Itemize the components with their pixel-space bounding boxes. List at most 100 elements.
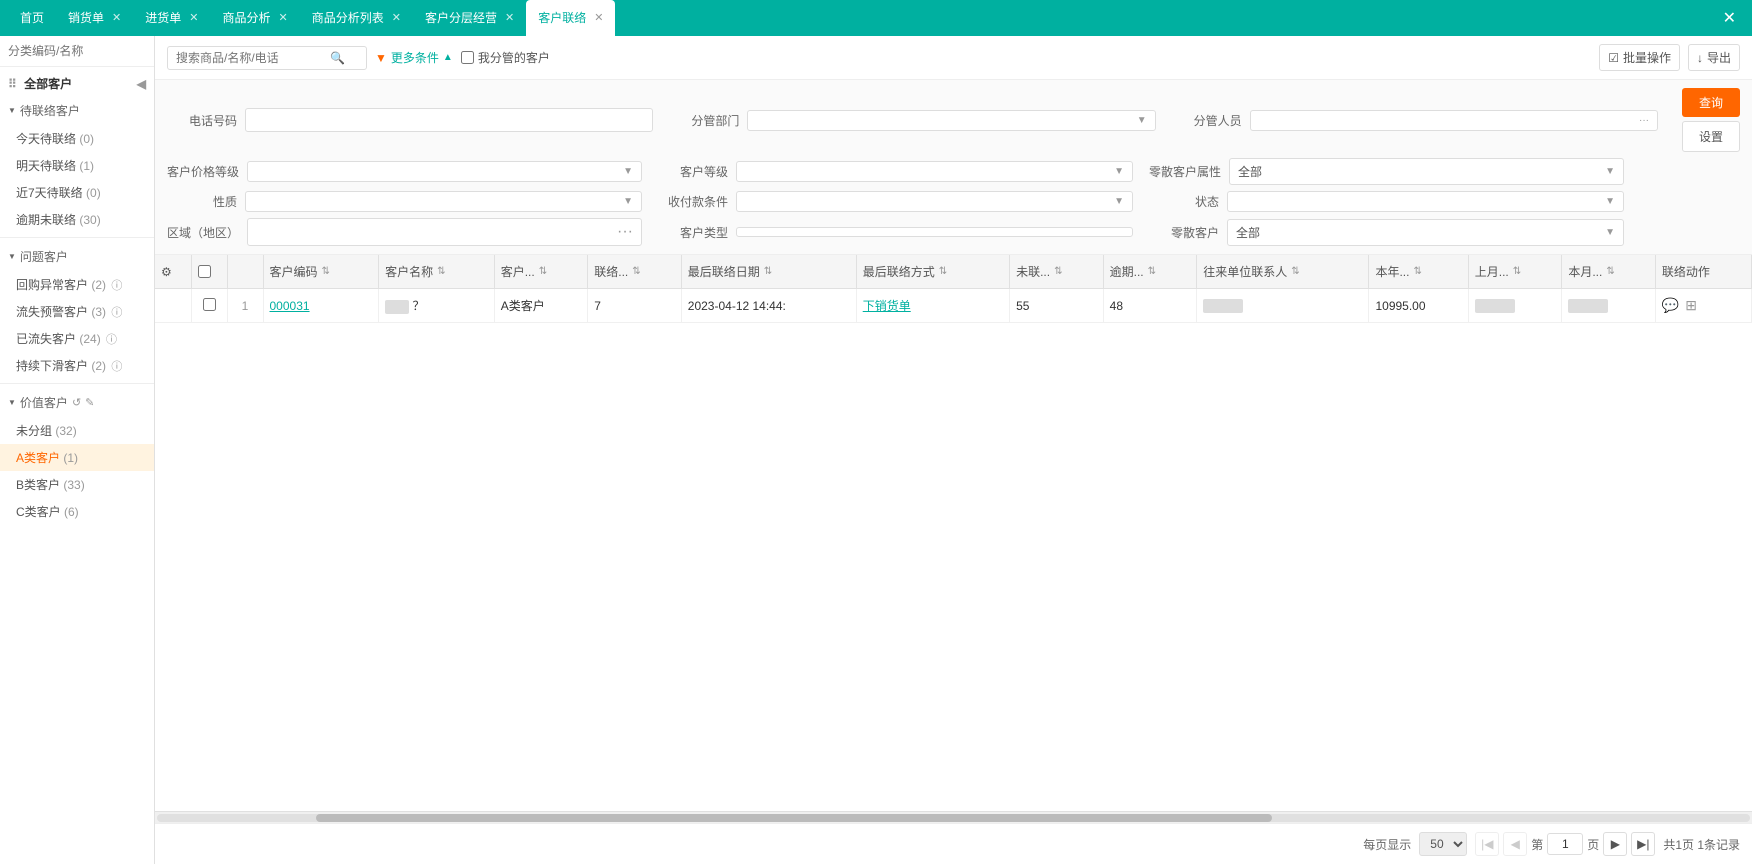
sidebar-item-unclassified[interactable]: 未分组 (32) — [0, 417, 154, 444]
settings-icon[interactable]: ⚙ — [161, 265, 172, 279]
col-this-year-sort-icon[interactable]: ⇅ — [1413, 266, 1421, 277]
payment-select[interactable]: ▼ — [736, 191, 1133, 212]
nav-sales-close[interactable]: ✕ — [112, 0, 121, 36]
sidebar-item-tomorrow[interactable]: 明天待联络 (1) — [0, 152, 154, 179]
sidebar-item-overdue[interactable]: 逾期未联络 (30) — [0, 206, 154, 233]
nav-customer-segment-close[interactable]: ✕ — [505, 0, 514, 36]
retail-select[interactable]: 全部 ▼ — [1227, 219, 1624, 246]
row-last-method-link[interactable]: 下销货单 — [863, 299, 911, 313]
nav-product-list[interactable]: 商品分析列表 ✕ — [300, 0, 413, 36]
info-icon-churn-warning: ⓘ — [111, 307, 122, 319]
global-close-button[interactable]: ✕ — [1715, 8, 1744, 28]
nav-purchase-close[interactable]: ✕ — [189, 0, 198, 36]
nav-product-list-close[interactable]: ✕ — [392, 0, 401, 36]
sidebar-item-a-class[interactable]: A类客户 (1) — [0, 444, 154, 471]
row-type: A类客户 — [501, 299, 545, 313]
col-type-sort-icon[interactable]: ⇅ — [539, 266, 547, 277]
sidebar-search-input[interactable] — [8, 44, 155, 58]
first-page-button[interactable]: |◀ — [1475, 832, 1499, 856]
nav-sales-label: 销货单 — [68, 0, 104, 36]
region-dots[interactable]: ··· — [617, 223, 633, 241]
col-settings[interactable]: ⚙ — [155, 255, 191, 289]
dept-select[interactable]: ▼ — [747, 110, 1155, 131]
nav-customer-contact-close[interactable]: ✕ — [594, 0, 603, 36]
retail-attr-select[interactable]: 全部 ▼ — [1229, 158, 1624, 185]
nav-home[interactable]: 首页 — [8, 0, 56, 36]
retail-arrow: ▼ — [1605, 227, 1615, 238]
col-contact-sort-icon[interactable]: ⇅ — [632, 266, 640, 277]
sidebar-all-customers-label: ⠿ 全部客户 — [8, 75, 72, 92]
sidebar-item-repurchase[interactable]: 回购异常客户 (2) ⓘ — [0, 271, 154, 298]
row-checkbox[interactable] — [203, 298, 216, 311]
filter-search-icon[interactable]: 🔍 — [330, 51, 345, 65]
sidebar-item-churned[interactable]: 已流失客户 (24) ⓘ — [0, 325, 154, 352]
nav-customer-contact[interactable]: 客户联络 ✕ — [526, 0, 615, 36]
sidebar-item-churn-warning[interactable]: 流失预警客户 (3) ⓘ — [0, 298, 154, 325]
customer-level-select[interactable]: ▼ — [736, 161, 1133, 182]
row-code-link[interactable]: 000031 — [270, 299, 310, 313]
col-last-method: 最后联络方式 ⇅ — [856, 255, 1009, 289]
col-code-sort-icon[interactable]: ⇅ — [322, 266, 330, 277]
sidebar-group-problem[interactable]: ▼ 问题客户 — [0, 242, 154, 271]
sidebar-item-declining[interactable]: 持续下滑客户 (2) ⓘ — [0, 352, 154, 379]
sidebar-all-customers[interactable]: ⠿ 全部客户 ◀ — [0, 67, 154, 96]
nav-product-analysis-close[interactable]: ✕ — [279, 0, 288, 36]
my-customers-checkbox[interactable] — [461, 51, 474, 64]
col-overdue-sort-icon[interactable]: ⇅ — [1148, 266, 1156, 277]
prev-page-button[interactable]: ◀ — [1503, 832, 1527, 856]
chat-action-icon[interactable]: 💬 — [1662, 297, 1679, 314]
sidebar-collapse-btn[interactable]: ◀ — [137, 77, 146, 91]
nature-select[interactable]: ▼ — [245, 191, 642, 212]
page-number-input[interactable] — [1547, 833, 1583, 855]
sidebar-item-c-class[interactable]: C类客户 (6) — [0, 498, 154, 525]
my-customers-toggle[interactable]: 我分管的客户 — [461, 49, 550, 66]
col-last-month-sort-icon[interactable]: ⇅ — [1513, 266, 1521, 277]
sidebar-item-today[interactable]: 今天待联络 (0) — [0, 125, 154, 152]
content-area: 🔍 ▼ 更多条件 ▲ 我分管的客户 ☑ 批量操作 ↓ 导出 — [155, 36, 1752, 864]
edit-icon[interactable]: ✎ — [85, 396, 94, 409]
nav-sales[interactable]: 销货单 ✕ — [56, 0, 133, 36]
more-conditions-button[interactable]: ▼ 更多条件 ▲ — [375, 49, 453, 66]
filter-search-input[interactable] — [176, 51, 326, 65]
next-page-button[interactable]: ▶ — [1603, 832, 1627, 856]
select-all-checkbox[interactable] — [198, 265, 211, 278]
settings-button[interactable]: 设置 — [1682, 121, 1740, 152]
sidebar-item-7days[interactable]: 近7天待联络 (0) — [0, 179, 154, 206]
price-level-select[interactable]: ▼ — [247, 161, 642, 182]
nav-product-analysis-label: 商品分析 — [222, 0, 270, 36]
col-this-month-sort-icon[interactable]: ⇅ — [1606, 266, 1614, 277]
qr-action-icon[interactable]: ⊞ — [1685, 297, 1697, 314]
sidebar-item-b-class[interactable]: B类客户 (33) — [0, 471, 154, 498]
customer-type-select[interactable] — [736, 227, 1133, 237]
row-check-cell — [191, 289, 227, 323]
page-size-select[interactable]: 50 — [1419, 832, 1467, 856]
col-not-contacted-sort-icon[interactable]: ⇅ — [1054, 266, 1062, 277]
last-page-button[interactable]: ▶| — [1631, 832, 1655, 856]
sidebar-group-pending[interactable]: ▼ 待联络客户 — [0, 96, 154, 125]
col-name-sort-icon[interactable]: ⇅ — [437, 266, 445, 277]
total-records-label: 共1页 1条记录 — [1663, 836, 1740, 853]
col-last-date-sort-icon[interactable]: ⇅ — [764, 266, 772, 277]
nav-customer-segment[interactable]: 客户分层经营 ✕ — [413, 0, 526, 36]
horizontal-scrollbar[interactable] — [155, 811, 1752, 823]
query-button[interactable]: 查询 — [1682, 88, 1740, 117]
nav-product-analysis[interactable]: 商品分析 ✕ — [210, 0, 299, 36]
status-arrow: ▼ — [1605, 196, 1615, 207]
refresh-icon[interactable]: ↺ — [72, 396, 81, 409]
bulk-op-label: 批量操作 — [1623, 49, 1671, 66]
scrollbar-thumb[interactable] — [316, 814, 1272, 822]
bulk-op-button[interactable]: ☑ 批量操作 — [1599, 44, 1680, 71]
export-icon: ↓ — [1697, 51, 1703, 65]
top-nav: 首页 销货单 ✕ 进货单 ✕ 商品分析 ✕ 商品分析列表 ✕ 客户分层经营 ✕ … — [0, 0, 1752, 36]
row-type-cell: A类客户 — [494, 289, 588, 323]
phone-input[interactable] — [245, 108, 653, 132]
retail-attr-arrow: ▼ — [1605, 166, 1615, 177]
col-last-method-sort-icon[interactable]: ⇅ — [939, 266, 947, 277]
sidebar-group-value[interactable]: ▼ 价值客户 ↺ ✎ — [0, 388, 154, 417]
export-button[interactable]: ↓ 导出 — [1688, 44, 1740, 71]
manager-select[interactable]: ··· — [1250, 110, 1658, 131]
col-unit-contact-sort-icon[interactable]: ⇅ — [1291, 266, 1299, 277]
nav-purchase[interactable]: 进货单 ✕ — [133, 0, 210, 36]
region-select[interactable]: ··· — [247, 218, 642, 246]
status-select[interactable]: ▼ — [1227, 191, 1624, 212]
